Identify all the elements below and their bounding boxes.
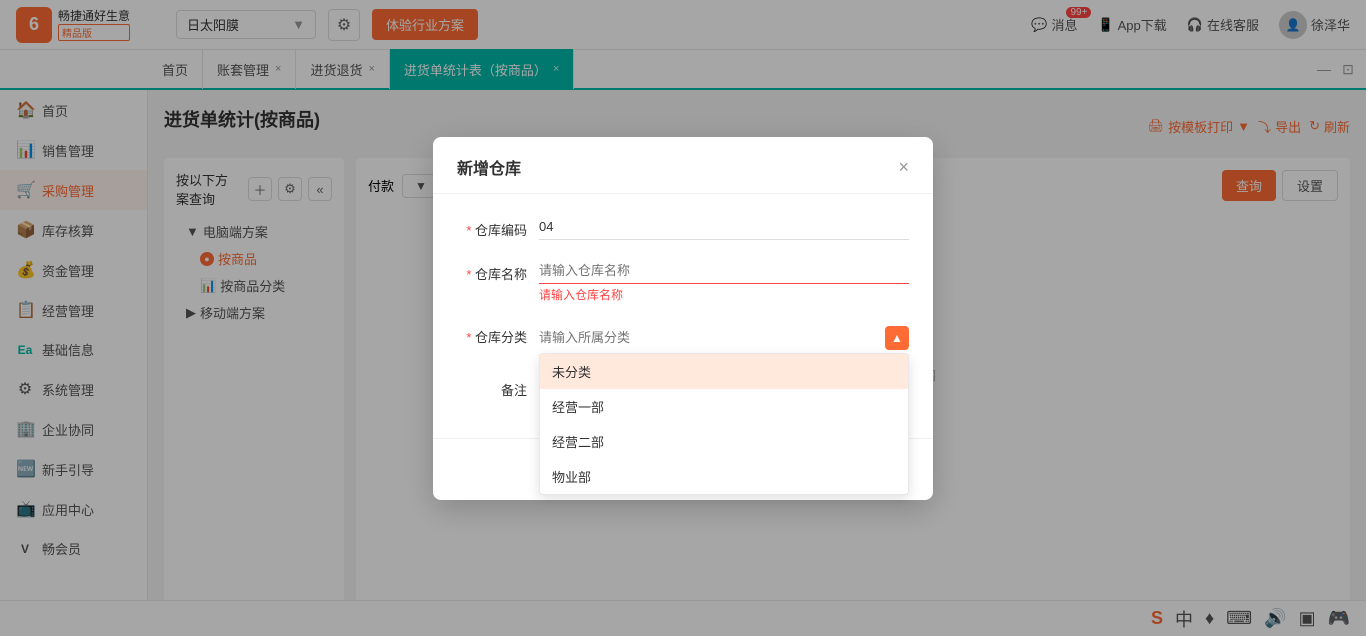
- category-dropdown-btn[interactable]: ▲: [885, 326, 909, 350]
- category-label: 仓库分类: [457, 321, 527, 346]
- dropdown-item-none[interactable]: 未分类: [540, 354, 908, 389]
- dropdown-item-op2[interactable]: 经营二部: [540, 424, 908, 459]
- dropdown-item-op3[interactable]: 物业部: [540, 459, 908, 494]
- form-row-category: 仓库分类 ▲ 未分类 经营一部 经营二部 物业部: [457, 321, 909, 356]
- code-label: 仓库编码: [457, 214, 527, 239]
- category-dropdown-list: 未分类 经营一部 经营二部 物业部: [539, 353, 909, 495]
- modal-overlay[interactable]: 新增仓库 × 仓库编码 仓库名称 请输入仓库名称 仓库分类: [0, 0, 1366, 636]
- name-label: 仓库名称: [457, 258, 527, 283]
- modal-header: 新增仓库 ×: [433, 137, 933, 194]
- modal-close-btn[interactable]: ×: [898, 158, 909, 176]
- form-row-name: 仓库名称 请输入仓库名称: [457, 258, 909, 303]
- modal-body: 仓库编码 仓库名称 请输入仓库名称 仓库分类: [433, 194, 933, 438]
- form-row-code: 仓库编码: [457, 214, 909, 240]
- code-input[interactable]: [539, 214, 909, 240]
- note-label: 备注: [457, 374, 527, 399]
- name-input[interactable]: [539, 258, 909, 284]
- name-control: 请输入仓库名称: [539, 258, 909, 303]
- name-error-msg: 请输入仓库名称: [539, 286, 909, 303]
- modal-title: 新增仓库: [457, 155, 521, 179]
- category-control: ▲ 未分类 经营一部 经营二部 物业部: [539, 321, 909, 356]
- dropdown-item-op1[interactable]: 经营一部: [540, 389, 908, 424]
- category-input-row: ▲: [539, 321, 909, 356]
- category-input[interactable]: [539, 330, 885, 345]
- category-dropdown: ▲ 未分类 经营一部 经营二部 物业部: [539, 321, 909, 356]
- modal-new-warehouse: 新增仓库 × 仓库编码 仓库名称 请输入仓库名称 仓库分类: [433, 137, 933, 500]
- code-control: [539, 214, 909, 240]
